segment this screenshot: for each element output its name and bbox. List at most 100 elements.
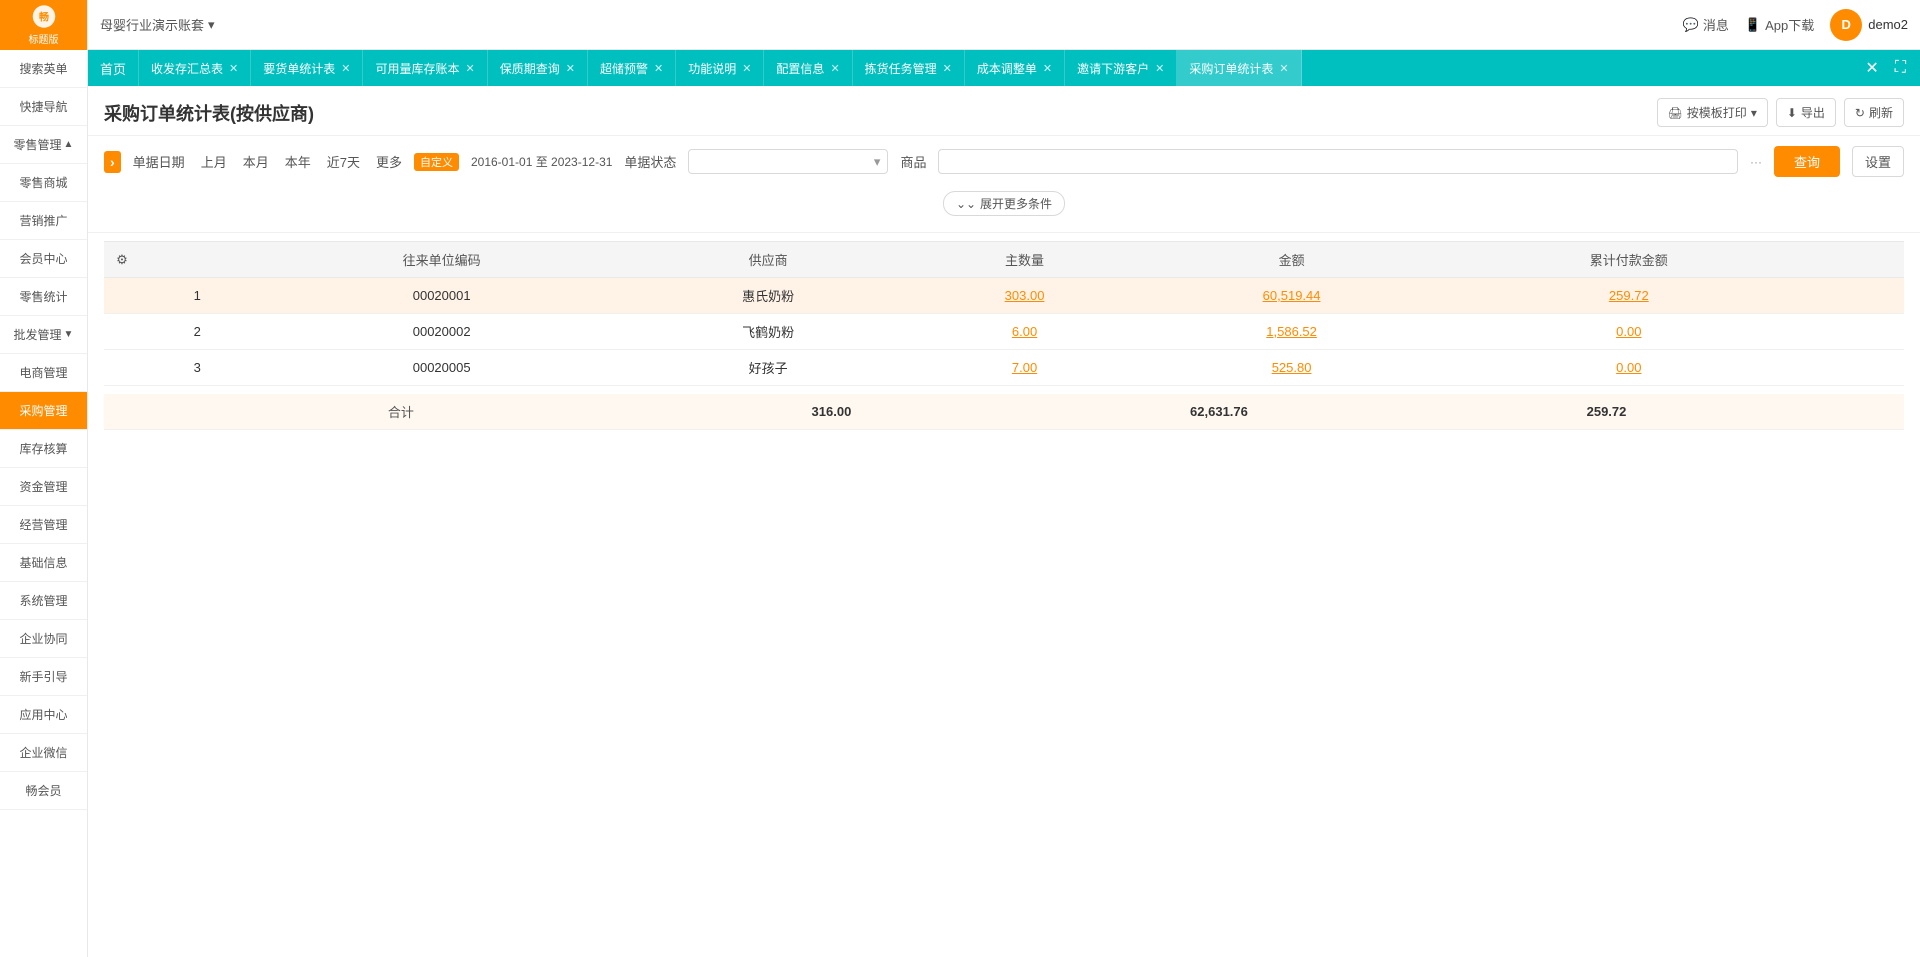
cell-extra (1816, 314, 1904, 350)
tab-home[interactable]: 首页 (88, 50, 139, 86)
sidebar-item-system[interactable]: 系统管理 (0, 582, 87, 620)
template-print-button[interactable]: 🖨 按模板打印 ▾ (1657, 98, 1768, 127)
footer-cell-settings (104, 394, 140, 430)
settings-icon[interactable]: ⚙ (116, 252, 128, 267)
tab-close-拣货任务管理[interactable]: ✕ (943, 62, 952, 75)
tab-保质期查询[interactable]: 保质期查询✕ (488, 50, 588, 86)
sidebar-item-marketing[interactable]: 营销推广 (0, 202, 87, 240)
date-shortcut-more[interactable]: 更多 (372, 151, 406, 172)
sidebar-item-label-wholesale: 批发管理 (14, 326, 62, 343)
export-label: 导出 (1801, 104, 1825, 121)
tab-close-超储预警[interactable]: ✕ (654, 62, 663, 75)
sidebar-item-basic[interactable]: 基础信息 (0, 544, 87, 582)
cell-quantity[interactable]: 303.00 (908, 278, 1142, 314)
sidebar-item-wholesale[interactable]: 批发管理▼ (0, 316, 87, 354)
sidebar-item-quicknav[interactable]: 快捷导航 (0, 88, 87, 126)
sidebar-item-retail[interactable]: 零售管理▲ (0, 126, 87, 164)
sidebar-item-corp[interactable]: 企业协同 (0, 620, 87, 658)
template-dropdown-icon: ▾ (1751, 106, 1757, 120)
expand-more-button[interactable]: ⌄⌄ 展开更多条件 (943, 191, 1065, 216)
tab-close-采购订单统计表[interactable]: ✕ (1279, 62, 1288, 75)
cell-amount[interactable]: 525.80 (1141, 350, 1441, 386)
cell-quantity[interactable]: 6.00 (908, 314, 1142, 350)
date-filter-label: 单据日期 (133, 152, 185, 171)
export-icon: ⬇ (1787, 106, 1797, 120)
tab-采购订单统计表[interactable]: 采购订单统计表✕ (1177, 50, 1301, 86)
sidebar-item-corpwechat[interactable]: 企业微信 (0, 734, 87, 772)
footer-cell-extra (1776, 394, 1904, 430)
maximize-tab-button[interactable]: ⛶ (1889, 57, 1912, 79)
avatar: D (1830, 9, 1862, 41)
sidebar-item-newguide[interactable]: 新手引导 (0, 658, 87, 696)
cell-settings (104, 278, 140, 314)
tab-close-功能说明[interactable]: ✕ (742, 62, 751, 75)
tab-close-配置信息[interactable]: ✕ (830, 62, 839, 75)
cell-amount[interactable]: 60,519.44 (1141, 278, 1441, 314)
product-more-button[interactable]: ··· (1750, 155, 1762, 169)
close-tab-button[interactable]: ✕ (1859, 56, 1884, 80)
th-paid-amount: 累计付款金额 (1442, 242, 1816, 278)
date-shortcut-this-year[interactable]: 本年 (281, 151, 315, 172)
tab-邀请下游客户[interactable]: 邀请下游客户✕ (1065, 50, 1177, 86)
cell-supplier-code: 00020005 (255, 350, 629, 386)
tab-close-保质期查询[interactable]: ✕ (566, 62, 575, 75)
footer-cell-supplier (534, 394, 662, 430)
tab-配置信息[interactable]: 配置信息✕ (764, 50, 852, 86)
tab-close-收发存汇总表[interactable]: ✕ (229, 62, 238, 75)
tab-拣货任务管理[interactable]: 拣货任务管理✕ (853, 50, 965, 86)
cell-paid-amount[interactable]: 0.00 (1442, 350, 1816, 386)
cell-supplier-name: 飞鹤奶粉 (629, 314, 908, 350)
sidebar-item-appcenter[interactable]: 应用中心 (0, 696, 87, 734)
date-shortcut-this-month[interactable]: 本月 (239, 151, 273, 172)
top-bar: 母婴行业演示账套 ▾ 💬 消息 📱 App下载 D demo2 (88, 0, 1920, 50)
tab-超储预警[interactable]: 超储预警✕ (588, 50, 676, 86)
message-button[interactable]: 💬 消息 (1683, 15, 1729, 34)
tab-bar: 首页收发存汇总表✕要货单统计表✕可用量库存账本✕保质期查询✕超储预警✕功能说明✕… (88, 50, 1920, 86)
settings-button[interactable]: 设置 (1852, 146, 1904, 177)
tab-成本调整单[interactable]: 成本调整单✕ (965, 50, 1065, 86)
top-bar-left: 母婴行业演示账套 ▾ (100, 15, 1675, 34)
app-download-button[interactable]: 📱 App下载 (1745, 15, 1814, 34)
sidebar-item-operation[interactable]: 经营管理 (0, 506, 87, 544)
cell-paid-amount[interactable]: 259.72 (1442, 278, 1816, 314)
tab-要货单统计表[interactable]: 要货单统计表✕ (251, 50, 363, 86)
cell-amount[interactable]: 1,586.52 (1141, 314, 1441, 350)
cell-settings (104, 314, 140, 350)
tab-收发存汇总表[interactable]: 收发存汇总表✕ (139, 50, 251, 86)
workspace-dropdown-icon[interactable]: ▾ (208, 17, 215, 33)
status-select[interactable] (688, 149, 888, 174)
table-body: 1 00020001 惠氏奶粉 303.00 60,519.44 259.72 … (104, 278, 1904, 386)
cell-quantity[interactable]: 7.00 (908, 350, 1142, 386)
filter-toggle-button[interactable]: › (104, 151, 121, 173)
sidebar: 畅 标题版 搜索英单快捷导航零售管理▲零售商城营销推广会员中心零售统计批发管理▼… (0, 0, 88, 957)
date-shortcut-prev-month[interactable]: 上月 (197, 151, 231, 172)
sidebar-item-inventory[interactable]: 库存核算 (0, 430, 87, 468)
tab-close-成本调整单[interactable]: ✕ (1043, 62, 1052, 75)
sidebar-item-retail_stat[interactable]: 零售统计 (0, 278, 87, 316)
search-button[interactable]: 查询 (1774, 146, 1840, 177)
tab-label-可用量库存账本: 可用量库存账本 (375, 60, 459, 77)
cell-paid-amount[interactable]: 0.00 (1442, 314, 1816, 350)
sidebar-item-membership[interactable]: 会员中心 (0, 240, 87, 278)
tab-功能说明[interactable]: 功能说明✕ (676, 50, 764, 86)
tab-close-要货单统计表[interactable]: ✕ (341, 62, 350, 75)
sidebar-item-search[interactable]: 搜索英单 (0, 50, 87, 88)
user-menu[interactable]: D demo2 (1830, 9, 1908, 41)
tab-close-邀请下游客户[interactable]: ✕ (1155, 62, 1164, 75)
date-custom-badge[interactable]: 自定义 (414, 153, 459, 171)
sidebar-item-vip[interactable]: 畅会员 (0, 772, 87, 810)
refresh-button[interactable]: ↻ 刷新 (1844, 98, 1904, 127)
date-shortcut-7days[interactable]: 近7天 (323, 151, 364, 172)
export-button[interactable]: ⬇ 导出 (1776, 98, 1836, 127)
sidebar-logo-text: 标题版 (29, 31, 59, 46)
sidebar-item-purchase[interactable]: 采购管理 (0, 392, 87, 430)
page-title: 采购订单统计表(按供应商) (104, 100, 314, 126)
product-input[interactable] (938, 149, 1738, 174)
sidebar-item-ecommerce[interactable]: 电商管理 (0, 354, 87, 392)
tab-可用量库存账本[interactable]: 可用量库存账本 ✕ (363, 50, 487, 86)
tab-label-home: 首页 (100, 59, 126, 78)
sidebar-item-finance[interactable]: 资金管理 (0, 468, 87, 506)
sidebar-item-retail_shop[interactable]: 零售商城 (0, 164, 87, 202)
product-filter-label: 商品 (900, 152, 926, 171)
tab-close-可用量库存账本[interactable]: ✕ (466, 62, 475, 75)
